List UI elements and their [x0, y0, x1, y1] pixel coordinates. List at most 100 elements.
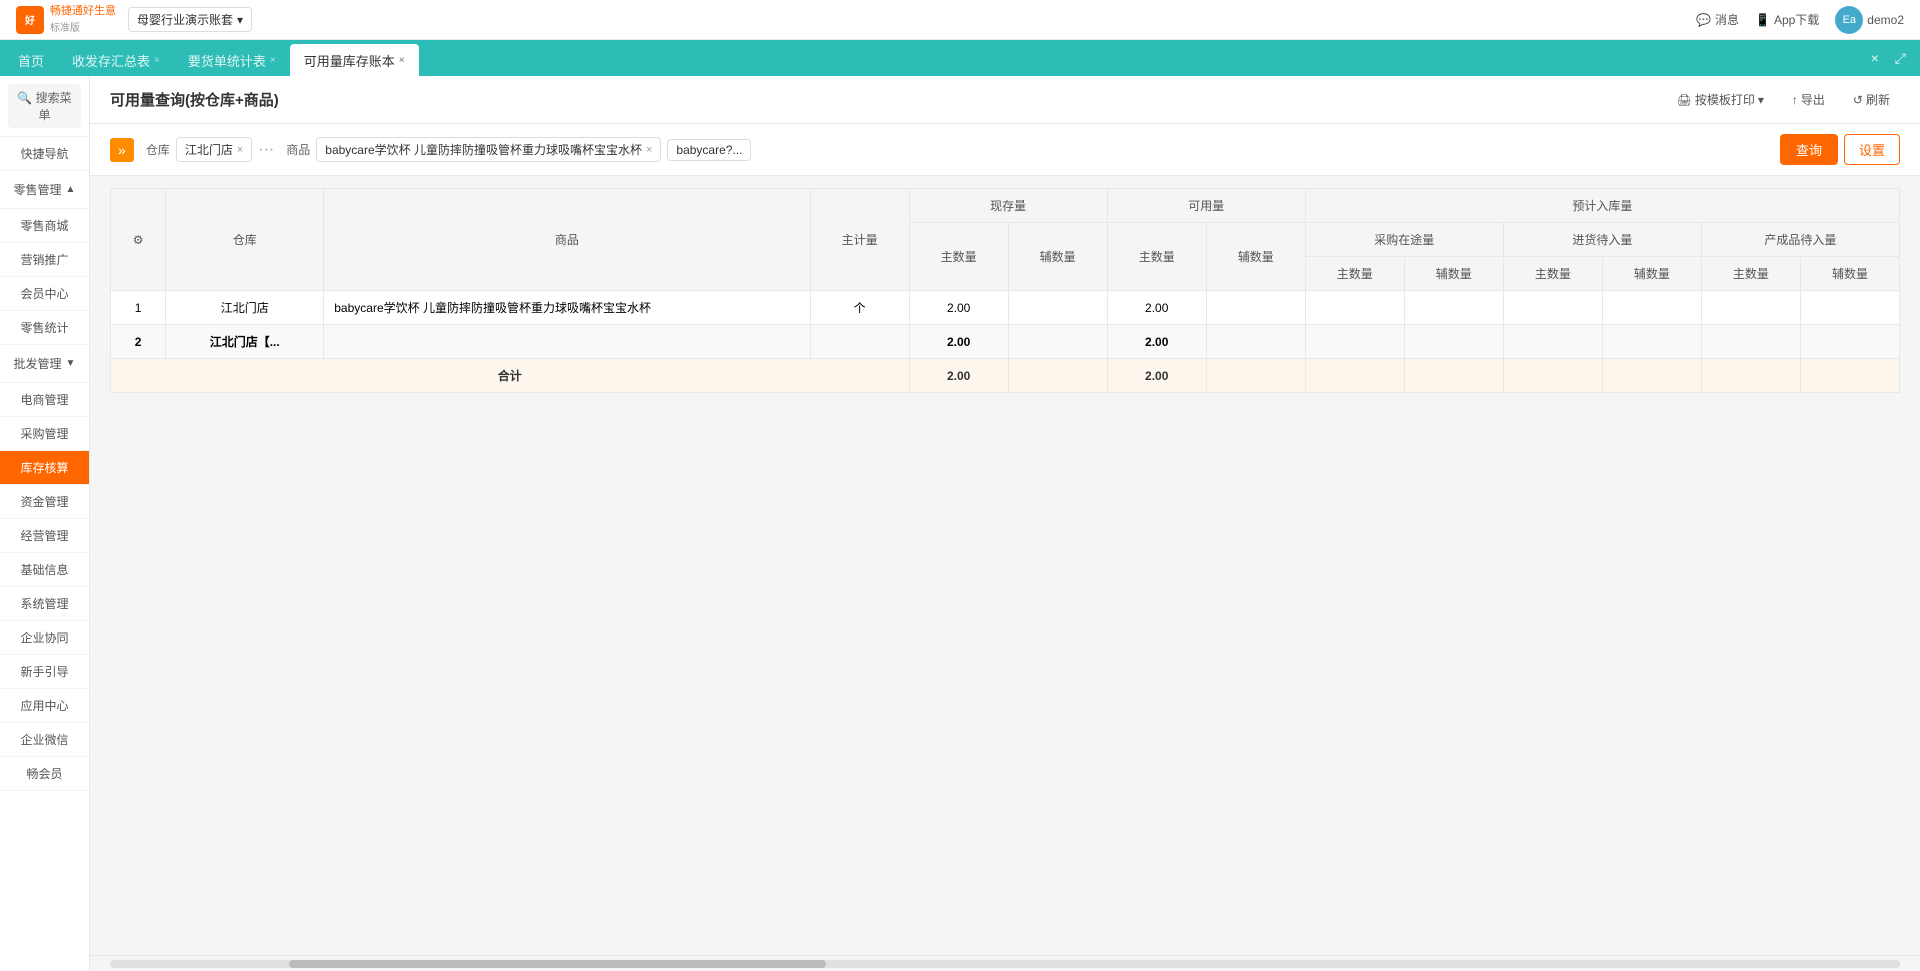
sidebar-item-ops-mgmt[interactable]: 经营管理	[0, 519, 89, 553]
table-container: ⚙ 仓库 商品 主计量 现存量 可用量 预计入库量 主数量 辅数量 主数量 辅数…	[90, 176, 1920, 955]
th-settings[interactable]: ⚙	[111, 189, 166, 291]
sidebar-item-wholesale-mgmt[interactable]: 批发管理 ▼	[0, 345, 89, 383]
user-area[interactable]: Ea demo2	[1835, 6, 1904, 34]
logo-text: 畅捷通好生意	[50, 5, 116, 18]
product-filter-value2: babycare?...	[676, 143, 742, 157]
warehouse-filter-group: 仓库 江北门店 × ···	[146, 137, 274, 162]
top-bar-left: 好 畅捷通好生意 标准版 母婴行业演示账套 ▾	[16, 5, 252, 33]
scrollbar-thumb[interactable]	[289, 960, 826, 968]
tab-bar-actions: × ⤢	[1865, 40, 1916, 76]
settings-btn[interactable]: 设置	[1844, 134, 1900, 165]
inventory-table: ⚙ 仓库 商品 主计量 现存量 可用量 预计入库量 主数量 辅数量 主数量 辅数…	[110, 188, 1900, 393]
table-row-group: 2 江北门店【... 2.00 2.00	[111, 325, 1900, 359]
message-btn[interactable]: 💬 消息	[1696, 11, 1739, 28]
row-purchase-aux	[1404, 291, 1503, 325]
sidebar-item-basic-info[interactable]: 基础信息	[0, 553, 89, 587]
app-download-btn[interactable]: 📱 App下载	[1755, 11, 1819, 28]
sidebar-item-marketing-label: 营销推广	[20, 253, 68, 267]
sidebar-item-new-guide[interactable]: 新手引导	[0, 655, 89, 689]
product-filter-tag1[interactable]: babycare学饮杯 儿童防摔防撞吸管杯重力球吸嘴杯宝宝水杯 ×	[316, 137, 661, 162]
page-title: 可用量查询(按仓库+商品)	[110, 89, 279, 110]
top-bar: 好 畅捷通好生意 标准版 母婴行业演示账套 ▾ 💬 消息 📱 App下载 Ea …	[0, 0, 1920, 40]
sidebar-search-area: 🔍 搜索菜单	[0, 76, 89, 137]
tab-available-stock[interactable]: 可用量库存账本 ×	[290, 44, 419, 76]
sidebar-item-enterprise-collab[interactable]: 企业协同	[0, 621, 89, 655]
th-purchase-aux: 辅数量	[1404, 257, 1503, 291]
warehouse-filter-more[interactable]: ···	[258, 141, 274, 159]
warehouse-filter-tag[interactable]: 江北门店 ×	[176, 137, 252, 162]
sidebar-item-vip-member[interactable]: 畅会员	[0, 757, 89, 791]
sidebar: 🔍 搜索菜单 快捷导航 零售管理 ▲ 零售商城 营销推广 会员中心 零售统计 批…	[0, 76, 90, 971]
sidebar-item-app-center[interactable]: 应用中心	[0, 689, 89, 723]
group-row-finished-main	[1701, 325, 1800, 359]
th-planned-inbound: 预计入库量	[1305, 189, 1899, 223]
total-available-aux	[1206, 359, 1305, 393]
maximize-btn[interactable]: ⤢	[1889, 46, 1912, 71]
filter-bar: » 仓库 江北门店 × ··· 商品 babycare学饮杯 儿童防摔防撞吸管杯…	[90, 124, 1920, 176]
close-all-tabs-btn[interactable]: ×	[1865, 46, 1885, 70]
th-purchase-main: 主数量	[1305, 257, 1404, 291]
query-btn[interactable]: 查询	[1780, 134, 1838, 165]
sidebar-item-wholesale-mgmt-label: 批发管理	[14, 355, 62, 372]
group-row-current-aux	[1008, 325, 1107, 359]
industry-selector[interactable]: 母婴行业演示账套 ▾	[128, 7, 252, 32]
sidebar-item-quick-nav-label: 快捷导航	[20, 147, 68, 161]
sidebar-item-retail-stats[interactable]: 零售统计	[0, 311, 89, 345]
product-filter-close1[interactable]: ×	[646, 144, 652, 156]
refresh-btn[interactable]: ↺ 刷新	[1843, 86, 1900, 113]
tab-receipt-summary[interactable]: 收发存汇总表 ×	[58, 44, 174, 76]
total-inbound-aux	[1602, 359, 1701, 393]
group-row-inbound-main	[1503, 325, 1602, 359]
sidebar-item-purchase-mgmt[interactable]: 采购管理	[0, 417, 89, 451]
refresh-label: 刷新	[1866, 91, 1890, 108]
th-finished-main: 主数量	[1701, 257, 1800, 291]
template-print-label: 按模板打印	[1695, 91, 1755, 108]
horizontal-scrollbar[interactable]	[110, 960, 1900, 968]
filter-toggle-btn[interactable]: »	[110, 138, 134, 162]
sidebar-item-enterprise-wechat[interactable]: 企业微信	[0, 723, 89, 757]
content-area: 可用量查询(按仓库+商品) 🖨 按模板打印 ▾ ↑ 导出 ↺ 刷新 »	[90, 76, 1920, 971]
sidebar-item-inventory-check[interactable]: 库存核算	[0, 451, 89, 485]
sidebar-item-retail-store-label: 零售商城	[20, 219, 68, 233]
sidebar-item-quick-nav[interactable]: 快捷导航	[0, 137, 89, 171]
sidebar-item-purchase-mgmt-label: 采购管理	[20, 427, 68, 441]
logo-icon: 好	[16, 6, 44, 34]
row-warehouse: 江北门店	[166, 291, 324, 325]
export-btn[interactable]: ↑ 导出	[1782, 86, 1835, 113]
template-print-btn[interactable]: 🖨 按模板打印 ▾	[1667, 86, 1774, 113]
tab-home-label: 首页	[18, 51, 44, 70]
sidebar-item-sys-mgmt[interactable]: 系统管理	[0, 587, 89, 621]
sidebar-item-basic-info-label: 基础信息	[20, 563, 68, 577]
sidebar-item-retail-mgmt[interactable]: 零售管理 ▲	[0, 171, 89, 209]
group-row-purchase-aux	[1404, 325, 1503, 359]
row-current-main: 2.00	[909, 291, 1008, 325]
tab-home[interactable]: 首页	[4, 44, 58, 76]
export-label: 导出	[1801, 91, 1825, 108]
sidebar-item-member-center[interactable]: 会员中心	[0, 277, 89, 311]
tab-receipt-summary-close[interactable]: ×	[154, 55, 160, 66]
tab-order-stats[interactable]: 要货单统计表 ×	[174, 44, 290, 76]
group-row-available-main: 2.00	[1107, 325, 1206, 359]
sidebar-item-ecommerce-mgmt[interactable]: 电商管理	[0, 383, 89, 417]
sidebar-item-retail-store[interactable]: 零售商城	[0, 209, 89, 243]
page-actions: 🖨 按模板打印 ▾ ↑ 导出 ↺ 刷新	[1667, 86, 1900, 113]
message-label: 消息	[1715, 11, 1739, 28]
sidebar-item-enterprise-collab-label: 企业协同	[20, 631, 68, 645]
product-filter-tag2[interactable]: babycare?...	[667, 139, 751, 161]
message-icon: 💬	[1696, 13, 1711, 27]
sidebar-item-finance-mgmt[interactable]: 资金管理	[0, 485, 89, 519]
row-product: babycare学饮杯 儿童防摔防撞吸管杯重力球吸嘴杯宝宝水杯	[324, 291, 810, 325]
warehouse-filter-close[interactable]: ×	[237, 144, 243, 156]
table-row: 1 江北门店 babycare学饮杯 儿童防摔防撞吸管杯重力球吸嘴杯宝宝水杯 个…	[111, 291, 1900, 325]
product-filter-group: 商品 babycare学饮杯 儿童防摔防撞吸管杯重力球吸嘴杯宝宝水杯 × bab…	[286, 137, 751, 162]
tab-order-stats-close[interactable]: ×	[270, 55, 276, 66]
th-warehouse: 仓库	[166, 189, 324, 291]
logo-area: 好 畅捷通好生意 标准版	[16, 5, 116, 33]
sidebar-item-marketing[interactable]: 营销推广	[0, 243, 89, 277]
tab-available-stock-close[interactable]: ×	[399, 55, 405, 66]
search-menu-btn[interactable]: 🔍 搜索菜单	[8, 84, 81, 128]
settings-icon: ⚙	[133, 233, 144, 247]
sidebar-item-vip-member-label: 畅会员	[26, 767, 62, 781]
row-inbound-main	[1503, 291, 1602, 325]
th-inbound-main: 主数量	[1503, 257, 1602, 291]
